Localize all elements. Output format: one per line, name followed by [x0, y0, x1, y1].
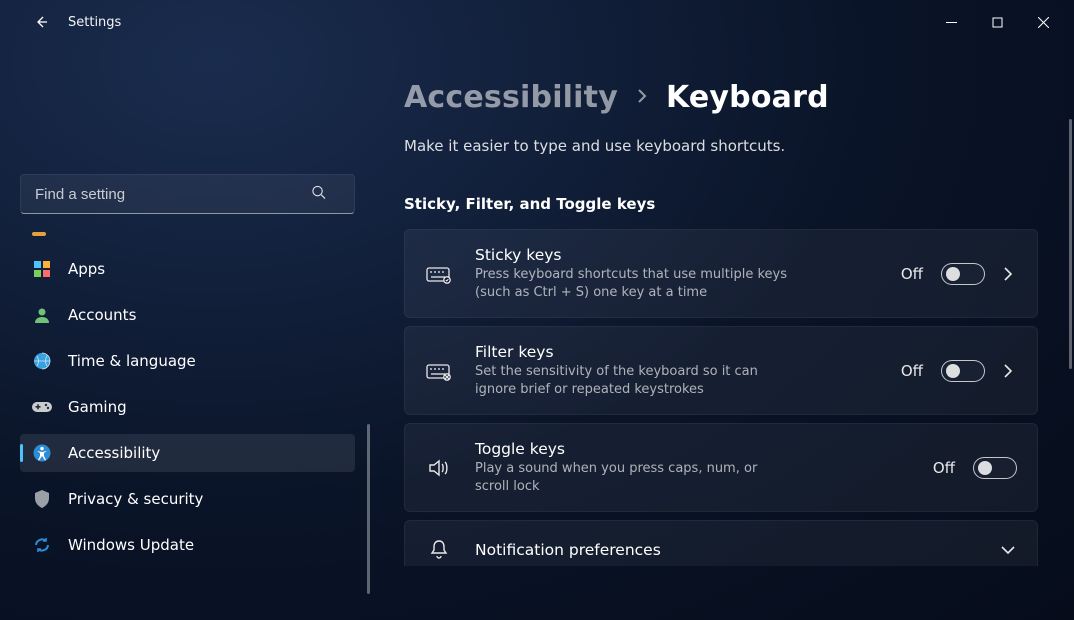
content-scrollbar[interactable]: [1069, 119, 1072, 369]
expand-down-button[interactable]: [999, 545, 1017, 555]
keyboard-filter-icon: [425, 361, 453, 381]
card-title: Filter keys: [475, 343, 879, 361]
privacy-security-icon: [32, 489, 52, 509]
card-desc: Play a sound when you press caps, num, o…: [475, 460, 795, 495]
sidebar-item-label: Accessibility: [68, 444, 160, 462]
chevron-down-icon: [1001, 545, 1015, 555]
expand-button[interactable]: [999, 364, 1017, 378]
toggle-state: Off: [901, 265, 923, 283]
sidebar-item-label: Gaming: [68, 398, 127, 416]
speaker-icon: [425, 458, 453, 478]
close-icon: [1038, 17, 1049, 28]
card-title: Notification preferences: [475, 541, 977, 559]
filter-keys-toggle[interactable]: [941, 360, 985, 382]
toggle-state: Off: [933, 459, 955, 477]
toggle-state: Off: [901, 362, 923, 380]
sidebar: Apps Accounts Time & language Gaming: [0, 44, 370, 620]
keyboard-icon: [425, 264, 453, 284]
card-toggle-keys[interactable]: Toggle keys Play a sound when you press …: [404, 423, 1038, 512]
titlebar: Settings: [0, 0, 1074, 44]
toggle-keys-toggle[interactable]: [973, 457, 1017, 479]
time-language-icon: [32, 351, 52, 371]
windows-update-icon: [32, 535, 52, 555]
card-desc: Press keyboard shortcuts that use multip…: [475, 266, 795, 301]
minimize-icon: [946, 17, 957, 28]
sidebar-item-windows-update[interactable]: Windows Update: [20, 526, 355, 564]
sidebar-item-label: Accounts: [68, 306, 136, 324]
breadcrumb: Accessibility Keyboard: [404, 80, 1040, 115]
app-title: Settings: [68, 15, 121, 30]
maximize-icon: [992, 17, 1003, 28]
card-filter-keys[interactable]: Filter keys Set the sensitivity of the k…: [404, 326, 1038, 415]
window-controls: [928, 5, 1066, 39]
gaming-icon: [32, 397, 52, 417]
chevron-right-icon: [1003, 364, 1013, 378]
close-button[interactable]: [1020, 5, 1066, 39]
arrow-left-icon: [33, 14, 49, 30]
accounts-icon: [32, 305, 52, 325]
maximize-button[interactable]: [974, 5, 1020, 39]
card-title: Toggle keys: [475, 440, 911, 458]
breadcrumb-parent[interactable]: Accessibility: [404, 80, 618, 115]
sidebar-item-label: Windows Update: [68, 536, 194, 554]
sidebar-item-apps[interactable]: Apps: [20, 250, 355, 288]
apps-icon: [32, 259, 52, 279]
sidebar-item-label: Apps: [68, 260, 105, 278]
sidebar-item-truncated[interactable]: [20, 230, 355, 236]
search-icon: [311, 185, 326, 204]
sticky-keys-toggle[interactable]: [941, 263, 985, 285]
sidebar-item-time-language[interactable]: Time & language: [20, 342, 355, 380]
sidebar-item-accessibility[interactable]: Accessibility: [20, 434, 355, 472]
card-sticky-keys[interactable]: Sticky keys Press keyboard shortcuts tha…: [404, 229, 1038, 318]
section-title: Sticky, Filter, and Toggle keys: [404, 195, 1040, 213]
nav: Apps Accounts Time & language Gaming: [20, 250, 354, 564]
search-container: [20, 174, 354, 214]
chevron-right-icon: [1003, 267, 1013, 281]
chevron-right-icon: [636, 87, 648, 108]
sidebar-item-gaming[interactable]: Gaming: [20, 388, 355, 426]
breadcrumb-current: Keyboard: [666, 80, 829, 115]
expand-button[interactable]: [999, 267, 1017, 281]
page-subtitle: Make it easier to type and use keyboard …: [404, 137, 1040, 155]
minimize-button[interactable]: [928, 5, 974, 39]
card-notification-preferences[interactable]: Notification preferences: [404, 520, 1038, 566]
sidebar-item-label: Privacy & security: [68, 490, 203, 508]
card-desc: Set the sensitivity of the keyboard so i…: [475, 363, 795, 398]
bell-icon: [425, 539, 453, 561]
sidebar-item-label: Time & language: [68, 352, 196, 370]
search-input[interactable]: [20, 174, 355, 214]
sidebar-item-privacy-security[interactable]: Privacy & security: [20, 480, 355, 518]
card-title: Sticky keys: [475, 246, 879, 264]
back-button[interactable]: [24, 5, 58, 39]
accessibility-icon: [32, 443, 52, 463]
sidebar-item-accounts[interactable]: Accounts: [20, 296, 355, 334]
content: Accessibility Keyboard Make it easier to…: [370, 44, 1074, 620]
